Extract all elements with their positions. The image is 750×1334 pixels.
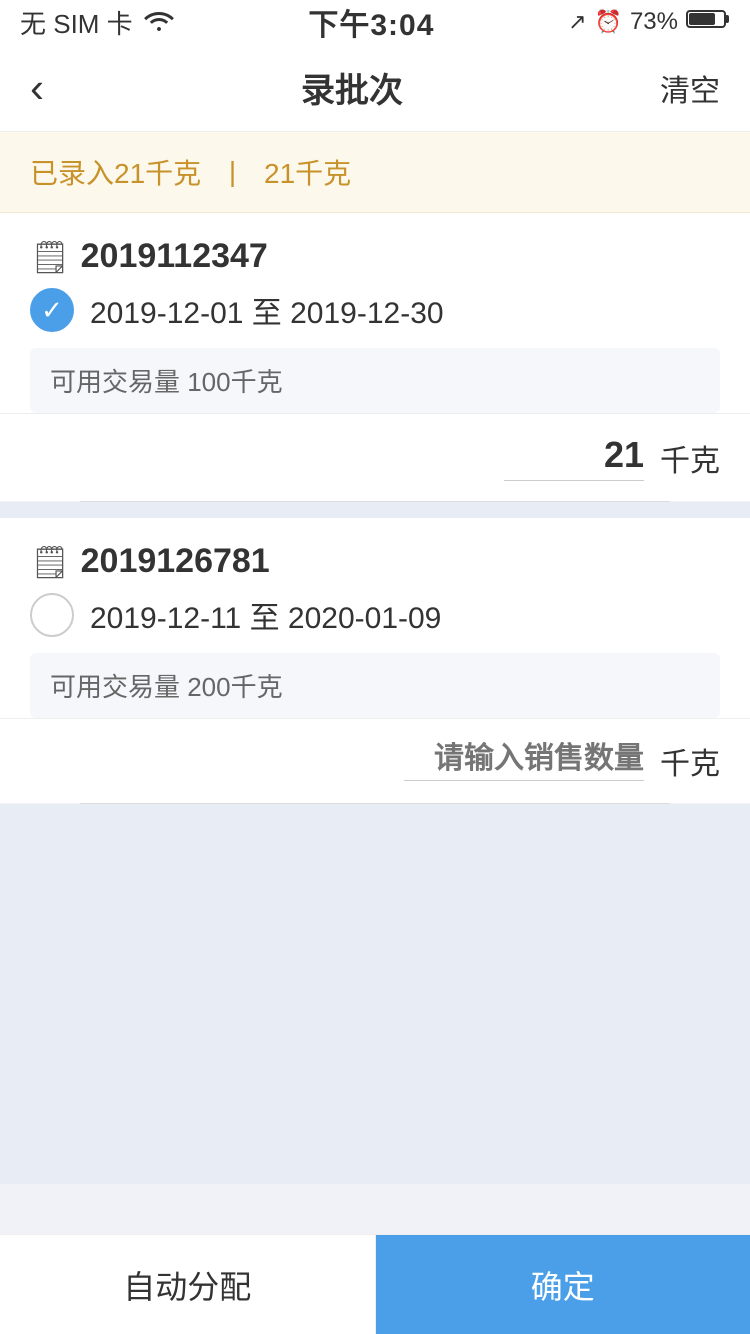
batch2-unit: 千克	[660, 739, 720, 783]
sim-label: 无 SIM 卡	[20, 4, 133, 41]
bottom-spacer	[0, 804, 750, 1184]
auto-distribute-label: 自动分配	[123, 1262, 251, 1308]
footer: 自动分配 确定	[0, 1234, 750, 1334]
batch2-radio[interactable]	[30, 593, 74, 637]
batch1-id: 2019112347	[81, 237, 268, 276]
batch1-qty-text: 可用交易量 100千克	[50, 367, 283, 397]
section-divider	[0, 502, 750, 518]
summary-recorded: 已录入21千克	[30, 152, 201, 192]
batch2-qty-text: 可用交易量 200千克	[50, 672, 283, 702]
check-icon: ✓	[41, 297, 63, 323]
confirm-button[interactable]: 确定	[376, 1235, 750, 1334]
summary-bar: 已录入21千克 | 21千克	[0, 132, 750, 213]
status-left: 无 SIM 卡	[20, 4, 175, 41]
alarm-icon: ⏰	[595, 9, 622, 35]
battery-icon	[686, 8, 730, 37]
batch1-amount-row: 千克	[0, 413, 750, 501]
auto-distribute-button[interactable]: 自动分配	[0, 1235, 376, 1334]
page-title: 录批次	[301, 63, 403, 112]
batch2-amount-row: 千克	[0, 718, 750, 803]
summary-divider: |	[221, 156, 244, 188]
batch2-input-wrapper[interactable]	[404, 742, 644, 781]
batch2-date-row[interactable]: 2019-12-11 至 2020-01-09	[30, 593, 720, 637]
status-time: 下午3:04	[308, 0, 434, 44]
wifi-icon	[143, 7, 175, 38]
nav-bar: ‹ 录批次 清空	[0, 44, 750, 132]
batch1-quantity-input[interactable]	[504, 434, 644, 476]
back-button[interactable]: ‹	[30, 67, 44, 109]
batch-card-1: 🗒 2019112347 ✓ 2019-12-01 至 2019-12-30 可…	[0, 213, 750, 501]
battery-percent: 73%	[630, 8, 678, 36]
status-right: ↗ ⏰ 73%	[568, 8, 730, 37]
batch1-date-row[interactable]: ✓ 2019-12-01 至 2019-12-30	[30, 288, 720, 332]
batch2-qty: 可用交易量 200千克	[30, 653, 720, 718]
batch2-date: 2019-12-11 至 2020-01-09	[90, 593, 441, 637]
batch2-id-row: 🗒 2019126781	[30, 542, 720, 581]
batch1-unit: 千克	[660, 436, 720, 480]
content-area: 🗒 2019112347 ✓ 2019-12-01 至 2019-12-30 可…	[0, 213, 750, 1334]
batch2-id: 2019126781	[81, 542, 270, 581]
batch1-date: 2019-12-01 至 2019-12-30	[90, 288, 444, 332]
location-icon: ↗	[568, 9, 586, 35]
batch-card-2: 🗒 2019126781 2019-12-11 至 2020-01-09 可用交…	[0, 518, 750, 803]
confirm-label: 确定	[531, 1262, 595, 1308]
batch1-qty: 可用交易量 100千克	[30, 348, 720, 413]
batch1-input-wrapper[interactable]	[504, 434, 644, 481]
status-bar: 无 SIM 卡 下午3:04 ↗ ⏰ 73%	[0, 0, 750, 44]
batch-doc-icon-2: 🗒	[30, 543, 71, 581]
clear-button[interactable]: 清空	[660, 66, 720, 110]
batch2-quantity-input[interactable]	[404, 742, 644, 776]
batch-doc-icon: 🗒	[30, 238, 71, 276]
batch1-id-row: 🗒 2019112347	[30, 237, 720, 276]
batch1-radio[interactable]: ✓	[30, 288, 74, 332]
summary-amount: 21千克	[264, 152, 351, 192]
